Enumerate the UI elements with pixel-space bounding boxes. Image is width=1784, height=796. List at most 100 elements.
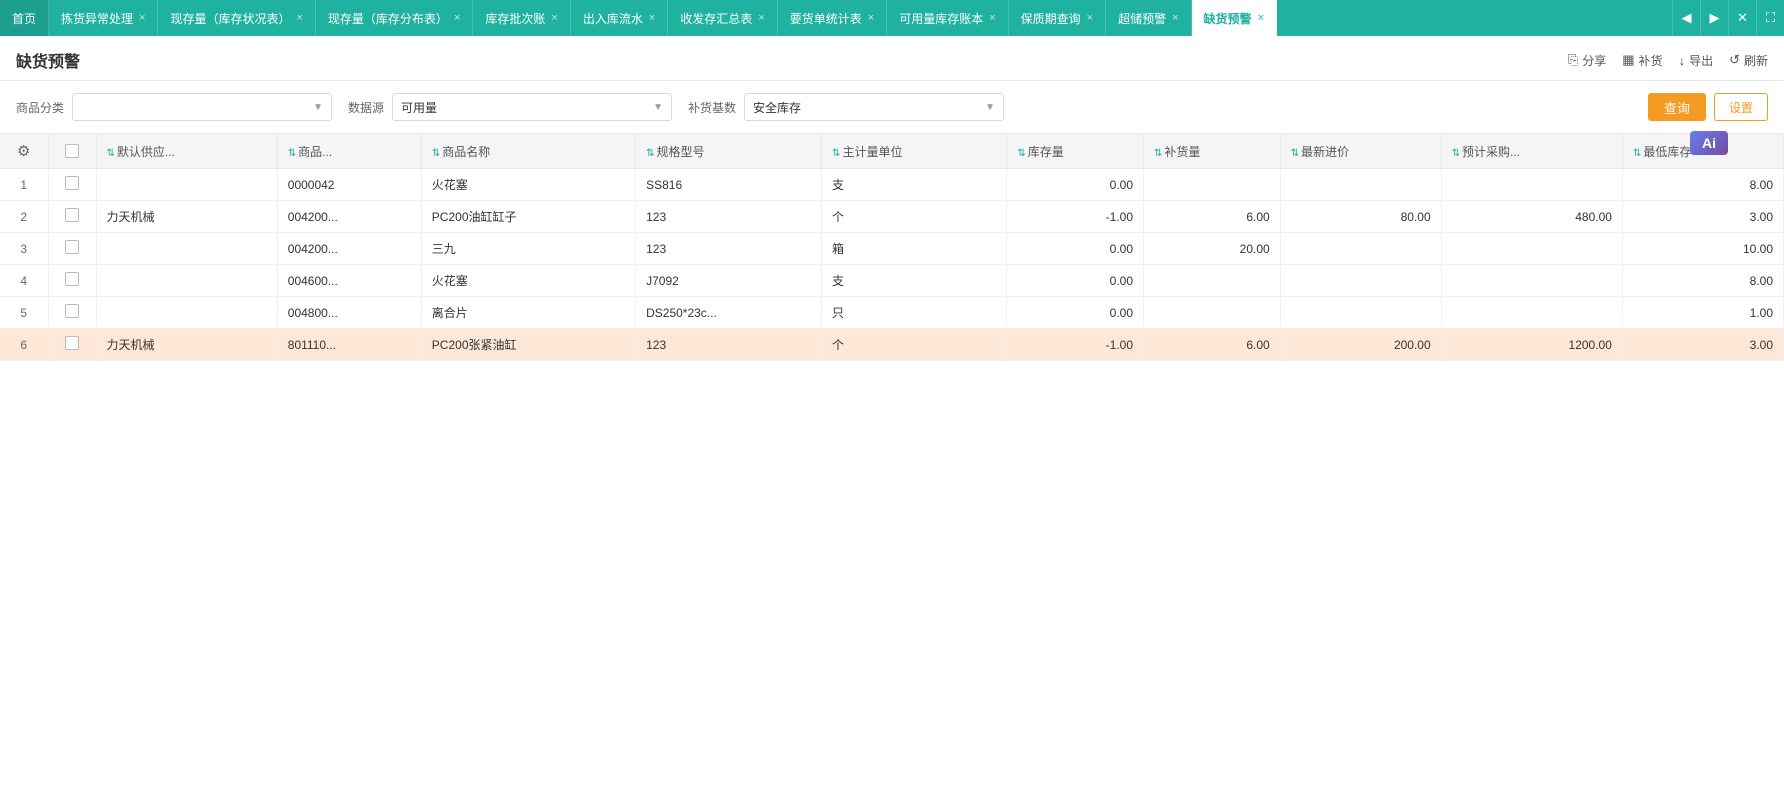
tab-close-icon[interactable]: ×	[649, 12, 655, 24]
row-checkbox[interactable]	[65, 176, 79, 190]
tab-label: 要货单统计表	[790, 10, 862, 27]
data-table: ⚙⇅默认供应...⇅商品...⇅商品名称⇅规格型号⇅主计量单位⇅库存量⇅补货量⇅…	[0, 133, 1784, 361]
col-label-default_supplier: 默认供应...	[117, 145, 175, 159]
tab-item-inventory-status[interactable]: 现存量（库存状况表） ×	[158, 0, 315, 36]
col-header-item_code[interactable]: ⇅商品...	[277, 134, 421, 169]
cell-item_code: 004200...	[277, 201, 421, 233]
tab-item-expiry-query[interactable]: 保质期查询×	[1009, 0, 1106, 36]
col-label-latest_price: 最新进价	[1301, 145, 1349, 159]
col-header-replenish_qty[interactable]: ⇅补货量	[1144, 134, 1281, 169]
row-checkbox[interactable]	[65, 272, 79, 286]
settings-icon[interactable]: ⚙	[17, 143, 30, 160]
tab-label: 缺货预警	[1204, 10, 1252, 27]
col-header-est_purchase[interactable]: ⇅预计采购...	[1441, 134, 1622, 169]
col-header-latest_price[interactable]: ⇅最新进价	[1280, 134, 1441, 169]
table-row: 5004800...离合片DS250*23c...只0.001.00	[0, 297, 1784, 329]
row-checkbox[interactable]	[65, 304, 79, 318]
cell-item_name: 离合片	[421, 297, 635, 329]
tab-item-receive-summary[interactable]: 收发存汇总表×	[668, 0, 777, 36]
cell-latest_price	[1280, 233, 1441, 265]
replenish-action[interactable]: ▦ 补货	[1622, 52, 1662, 69]
header-actions: ⎘ 分享 ▦ 补货 ↓ 导出 ↺ 刷新	[1568, 52, 1768, 69]
cell-replenish_qty: 6.00	[1144, 201, 1281, 233]
query-button[interactable]: 查询	[1648, 93, 1706, 121]
tab-item-inventory-dist[interactable]: 现存量（库存分布表） ×	[316, 0, 473, 36]
cell-latest_price	[1280, 297, 1441, 329]
tab-label: 现存量（库存分布表）	[328, 10, 448, 27]
cell-replenish_qty: 20.00	[1144, 233, 1281, 265]
filter-actions: 查询 设置	[1648, 93, 1768, 121]
tab-item-order-stats[interactable]: 要货单统计表 ×	[778, 0, 887, 36]
col-header-unit[interactable]: ⇅主计量单位	[822, 134, 1007, 169]
tab-close-icon[interactable]: ×	[868, 12, 874, 24]
row-checkbox-cell	[48, 297, 96, 329]
col-label-item_code: 商品...	[298, 145, 332, 159]
row-checkbox[interactable]	[65, 336, 79, 350]
tab-item-shortage[interactable]: 缺货预警 ×	[1192, 0, 1277, 36]
datasource-select-value: 可用量	[401, 99, 437, 116]
ai-badge[interactable]: Ai	[1690, 131, 1728, 155]
tab-label: 现存量（库存状况表）	[170, 10, 290, 27]
sort-icon-spec: ⇅	[646, 148, 654, 159]
refresh-icon: ↺	[1729, 52, 1740, 68]
col-header-spec[interactable]: ⇅规格型号	[636, 134, 822, 169]
col-header-item_name[interactable]: ⇅商品名称	[421, 134, 635, 169]
cell-item_name: 三九	[421, 233, 635, 265]
tab-item-overstock[interactable]: 超储预警×	[1106, 0, 1191, 36]
datasource-select[interactable]: 可用量 ▼	[392, 93, 672, 121]
col-header-checkbox	[48, 134, 96, 169]
tab-item-batch-account[interactable]: 库存批次账×	[473, 0, 570, 36]
cell-stock: 0.00	[1007, 265, 1144, 297]
cell-item_name: 火花塞	[421, 169, 635, 201]
col-header-settings: ⚙	[0, 134, 48, 169]
cell-min_stock: 10.00	[1622, 233, 1783, 265]
cell-default_supplier: 力天机械	[96, 201, 277, 233]
cell-min_stock: 8.00	[1622, 265, 1783, 297]
select-all-checkbox[interactable]	[65, 144, 79, 158]
tab-close-icon[interactable]: ×	[1258, 12, 1264, 24]
settings-button[interactable]: 设置	[1714, 93, 1768, 121]
tab-close-icon[interactable]: ×	[296, 12, 302, 24]
row-checkbox[interactable]	[65, 208, 79, 222]
cell-min_stock: 8.00	[1622, 169, 1783, 201]
col-header-default_supplier[interactable]: ⇅默认供应...	[96, 134, 277, 169]
tab-close-icon[interactable]: ×	[139, 12, 145, 24]
row-number: 6	[0, 329, 48, 361]
tab-close-icon[interactable]: ×	[758, 12, 764, 24]
tab-close-button[interactable]: ✕	[1728, 0, 1756, 36]
page-title: 缺货预警	[16, 48, 80, 72]
category-select[interactable]: ▼	[72, 93, 332, 121]
cell-spec: 123	[636, 233, 822, 265]
cell-item_code: 0000042	[277, 169, 421, 201]
tab-item-home[interactable]: 首页	[0, 0, 49, 36]
tab-next-button[interactable]: ▶	[1700, 0, 1728, 36]
tab-prev-button[interactable]: ◀	[1672, 0, 1700, 36]
col-header-stock[interactable]: ⇅库存量	[1007, 134, 1144, 169]
table-row: 6力天机械801110...PC200张紧油缸123个-1.006.00200.…	[0, 329, 1784, 361]
replenish-base-filter-group: 补货基数 安全库存 ▼	[688, 93, 1004, 121]
cell-min_stock: 3.00	[1622, 329, 1783, 361]
tab-close-icon[interactable]: ×	[454, 12, 460, 24]
tab-close-icon[interactable]: ×	[989, 12, 995, 24]
export-action[interactable]: ↓ 导出	[1679, 52, 1714, 69]
tab-close-icon[interactable]: ×	[551, 12, 557, 24]
replenish-base-select[interactable]: 安全库存 ▼	[744, 93, 1004, 121]
cell-item_code: 004200...	[277, 233, 421, 265]
cell-item_name: 火花塞	[421, 265, 635, 297]
row-checkbox[interactable]	[65, 240, 79, 254]
category-dropdown-icon: ▼	[313, 102, 323, 113]
cell-est_purchase: 480.00	[1441, 201, 1622, 233]
replenish-base-label: 补货基数	[688, 99, 736, 116]
tab-item-available-ledger[interactable]: 可用量库存账本×	[887, 0, 1008, 36]
share-action[interactable]: ⎘ 分享	[1568, 52, 1606, 69]
tab-item-in-out-flow[interactable]: 出入库流水×	[571, 0, 668, 36]
refresh-action[interactable]: ↺ 刷新	[1729, 52, 1768, 69]
cell-unit: 个	[822, 329, 1007, 361]
tab-close-icon[interactable]: ×	[1087, 12, 1093, 24]
cell-default_supplier	[96, 169, 277, 201]
cell-min_stock: 1.00	[1622, 297, 1783, 329]
tab-close-icon[interactable]: ×	[1172, 12, 1178, 24]
tab-item-abnormal[interactable]: 拣货异常处理×	[49, 0, 158, 36]
tab-expand-button[interactable]: ⛶	[1756, 0, 1784, 36]
main-content: 缺货预警 ⎘ 分享 ▦ 补货 ↓ 导出 ↺ 刷新 商品分类	[0, 36, 1784, 796]
